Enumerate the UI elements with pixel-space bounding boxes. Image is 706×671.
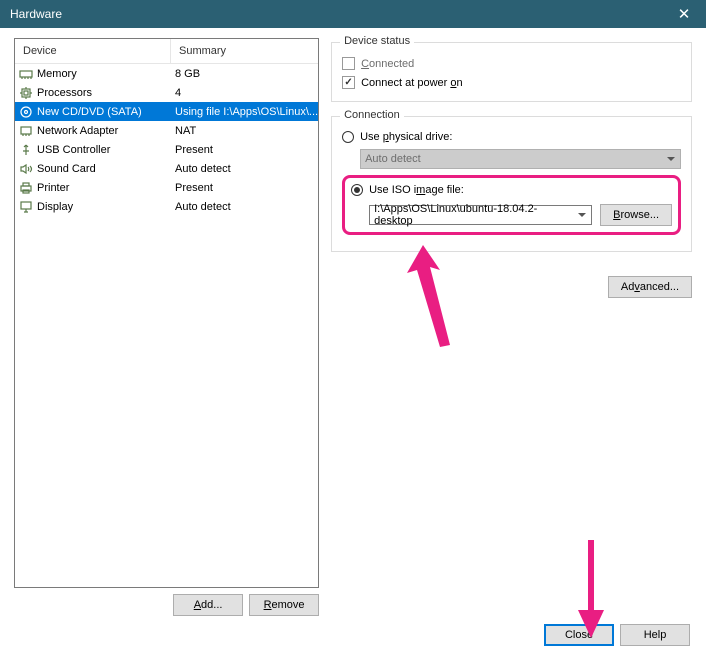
close-icon[interactable]: ✕ xyxy=(662,0,706,28)
memory-icon xyxy=(19,67,33,81)
titlebar: Hardware ✕ xyxy=(0,0,706,28)
advanced-button[interactable]: Advanced... xyxy=(608,276,692,298)
col-device-header: Device xyxy=(15,39,171,63)
connection-group: Connection Use physical drive: Auto dete… xyxy=(331,116,692,252)
device-summary: NAT xyxy=(171,125,318,137)
help-button[interactable]: Help xyxy=(620,624,690,646)
device-name: Display xyxy=(37,201,73,213)
device-table: Device Summary Memory 8 GB Processors 4 … xyxy=(14,38,319,588)
annotation-arrow-icon xyxy=(395,245,465,355)
device-summary: Auto detect xyxy=(171,163,318,175)
table-row[interactable]: Sound Card Auto detect xyxy=(15,159,318,178)
device-name: USB Controller xyxy=(37,144,110,156)
device-name: Processors xyxy=(37,87,92,99)
device-summary: Present xyxy=(171,144,318,156)
usb-icon xyxy=(19,143,33,157)
device-status-label: Device status xyxy=(340,35,414,47)
add-button[interactable]: Add... xyxy=(173,594,243,616)
table-row[interactable]: Display Auto detect xyxy=(15,197,318,216)
device-name: Sound Card xyxy=(37,163,96,175)
display-icon xyxy=(19,200,33,214)
iso-highlight: Use ISO image file: I:\Apps\OS\Linux\ubu… xyxy=(342,175,681,235)
table-row[interactable]: Processors 4 xyxy=(15,83,318,102)
table-header: Device Summary xyxy=(15,39,318,64)
physical-drive-select: Auto detect xyxy=(360,149,681,169)
connected-checkbox-row: Connected xyxy=(342,57,681,70)
device-summary: Present xyxy=(171,182,318,194)
remove-button[interactable]: Remove xyxy=(249,594,319,616)
iso-radio[interactable] xyxy=(351,184,363,196)
table-row[interactable]: Memory 8 GB xyxy=(15,64,318,83)
device-summary: 4 xyxy=(171,87,318,99)
table-row[interactable]: Network Adapter NAT xyxy=(15,121,318,140)
window-title: Hardware xyxy=(10,7,62,21)
browse-button[interactable]: Browse... xyxy=(600,204,672,226)
device-name: Network Adapter xyxy=(37,125,118,137)
table-row[interactable]: USB Controller Present xyxy=(15,140,318,159)
connected-checkbox xyxy=(342,57,355,70)
iso-radio-row[interactable]: Use ISO image file: xyxy=(351,184,672,196)
connect-power-checkbox-row[interactable]: Connect at power on xyxy=(342,76,681,89)
iso-label: Use ISO image file: xyxy=(369,184,464,196)
col-summary-header: Summary xyxy=(171,39,318,63)
physical-drive-radio[interactable] xyxy=(342,131,354,143)
connected-label: Connected xyxy=(361,58,414,70)
cd-icon xyxy=(19,105,33,119)
physical-drive-label: Use physical drive: xyxy=(360,131,452,143)
device-summary: 8 GB xyxy=(171,68,318,80)
connect-power-label: Connect at power on xyxy=(361,77,463,89)
device-name: Memory xyxy=(37,68,77,80)
device-status-group: Device status Connected Connect at power… xyxy=(331,42,692,102)
device-name: New CD/DVD (SATA) xyxy=(37,106,142,118)
device-summary: Using file I:\Apps\OS\Linux\... xyxy=(171,106,318,118)
cpu-icon xyxy=(19,86,33,100)
connect-power-checkbox[interactable] xyxy=(342,76,355,89)
annotation-arrow-icon xyxy=(576,540,606,640)
physical-drive-radio-row[interactable]: Use physical drive: xyxy=(342,131,681,143)
connection-label: Connection xyxy=(340,109,404,121)
device-name: Printer xyxy=(37,182,69,194)
nic-icon xyxy=(19,124,33,138)
table-row[interactable]: New CD/DVD (SATA) Using file I:\Apps\OS\… xyxy=(15,102,318,121)
sound-icon xyxy=(19,162,33,176)
device-summary: Auto detect xyxy=(171,201,318,213)
iso-path-select[interactable]: I:\Apps\OS\Linux\ubuntu-18.04.2-desktop xyxy=(369,205,592,225)
printer-icon xyxy=(19,181,33,195)
table-row[interactable]: Printer Present xyxy=(15,178,318,197)
